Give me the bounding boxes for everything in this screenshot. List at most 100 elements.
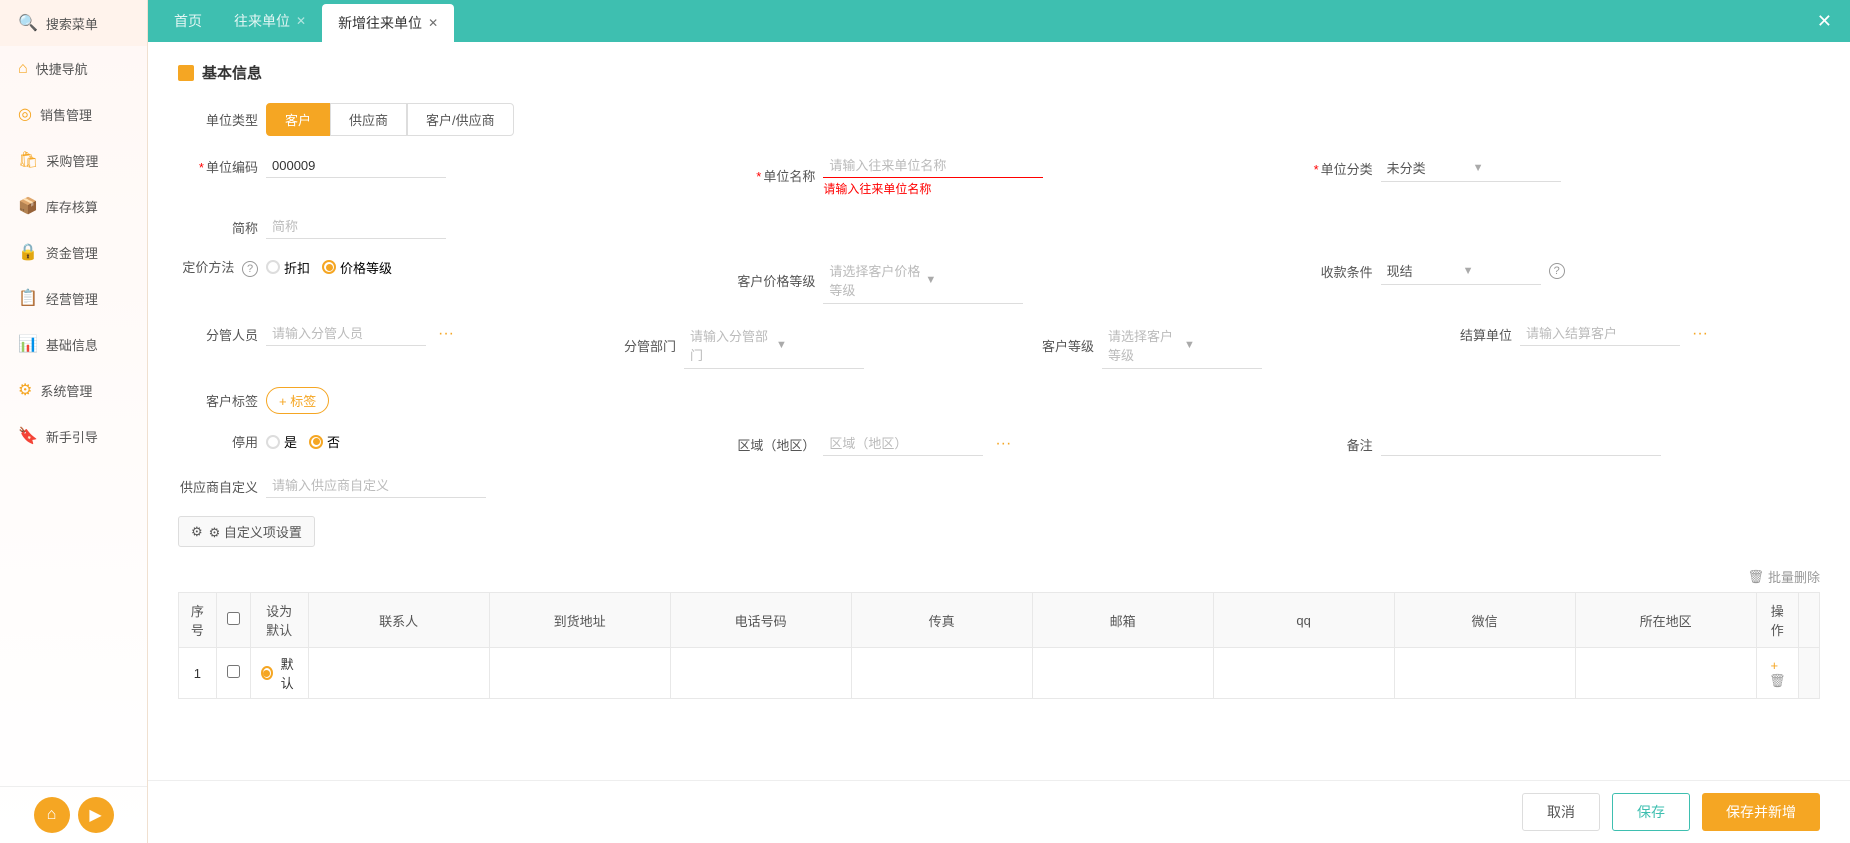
tab-bar-close-all[interactable]: ✕ (1809, 11, 1840, 32)
pricing-method-radio-group: 折扣 价格等级 (266, 258, 392, 277)
customer-price-level-select[interactable]: 请选择客户价格等级 ▼ (823, 257, 1023, 304)
sidebar-item-search[interactable]: 🔍 搜索菜单 (0, 0, 147, 46)
tab-partners[interactable]: 往来单位 ✕ (218, 0, 322, 42)
settlement-unit-label: 结算单位 (1432, 325, 1512, 344)
sidebar-item-finance[interactable]: 🔒 资金管理 (0, 229, 147, 275)
unit-code-input[interactable] (266, 154, 446, 178)
sidebar-item-inventory[interactable]: 📦 库存核算 (0, 183, 147, 229)
sidebar-item-system[interactable]: ⚙ 系统管理 (0, 367, 147, 413)
unit-name-field-group: 请输入往来单位名称 (823, 154, 1043, 197)
row-default-radio[interactable] (261, 666, 273, 680)
disabled-radio-no-circle (309, 435, 323, 449)
col-header-default: 设为默认 (250, 593, 308, 648)
sidebar-item-quick-nav-label: 快捷导航 (36, 59, 88, 78)
manager-more-btn[interactable]: ··· (434, 325, 458, 343)
main-area: 首页 往来单位 ✕ 新增往来单位 ✕ ✕ 基本信息 单位类型 客户 供应商 客 (148, 0, 1850, 843)
type-btn-supplier[interactable]: 供应商 (330, 103, 407, 136)
remark-label: 备注 (1293, 435, 1373, 454)
sidebar-bottom-btn-1[interactable]: ⌂ (34, 797, 70, 833)
col-header-location: 所在地区 (1575, 593, 1756, 648)
search-icon: 🔍 (18, 13, 38, 33)
sidebar-item-quick-nav[interactable]: ⌂ 快捷导航 (0, 46, 147, 91)
custom-settings-btn[interactable]: ⚙ ⚙ 自定义项设置 (178, 516, 315, 547)
department-placeholder: 请输入分管部门 (690, 326, 772, 364)
region-input[interactable] (823, 432, 983, 456)
department-arrow: ▼ (776, 339, 858, 351)
col-header-qq: qq (1213, 593, 1394, 648)
unit-category-label: *单位分类 (1293, 159, 1373, 178)
tab-home[interactable]: 首页 (158, 0, 218, 42)
save-new-button[interactable]: 保存并新增 (1702, 793, 1820, 831)
unit-name-input[interactable] (823, 154, 1043, 178)
unit-category-select[interactable]: 未分类 ▼ (1381, 154, 1561, 182)
pricing-radio-level[interactable]: 价格等级 (322, 258, 392, 277)
pricing-radio-discount[interactable]: 折扣 (266, 258, 310, 277)
tab-bar: 首页 往来单位 ✕ 新增往来单位 ✕ ✕ (148, 0, 1850, 42)
tab-new-partner-close[interactable]: ✕ (428, 16, 438, 30)
payment-terms-select[interactable]: 现结 ▼ (1381, 257, 1541, 285)
tab-new-partner[interactable]: 新增往来单位 ✕ (322, 4, 454, 42)
sidebar-item-basic-info[interactable]: 📊 基础信息 (0, 321, 147, 367)
type-btn-both[interactable]: 客户/供应商 (407, 103, 514, 136)
customer-tag-label: 客户标签 (178, 391, 258, 410)
customer-price-level-field: 客户价格等级 请选择客户价格等级 ▼ (735, 257, 1262, 304)
unit-type-row: 单位类型 客户 供应商 客户/供应商 (178, 103, 1820, 136)
cell-phone (670, 648, 851, 699)
col-header-checkbox (216, 593, 250, 648)
row-location-input[interactable] (1586, 662, 1746, 685)
trash-icon: 🗑 (1747, 569, 1764, 585)
sidebar-item-guide-label: 新手引导 (46, 427, 98, 446)
row-wechat-input[interactable] (1405, 662, 1565, 685)
sidebar-item-operations[interactable]: 📋 经营管理 (0, 275, 147, 321)
sidebar-item-finance-label: 资金管理 (46, 243, 98, 262)
tab-partners-label: 往来单位 (234, 11, 290, 31)
remark-input[interactable] (1381, 432, 1661, 456)
disabled-radio-no[interactable]: 否 (309, 432, 340, 451)
section-title-label: 基本信息 (202, 62, 262, 83)
payment-terms-help[interactable]: ? (1549, 263, 1565, 279)
region-more-btn[interactable]: ··· (991, 435, 1015, 453)
pricing-radio-discount-circle (266, 260, 280, 274)
col-header-wechat: 微信 (1394, 593, 1575, 648)
sidebar-item-search-label: 搜索菜单 (46, 14, 98, 33)
payment-terms-field: 收款条件 现结 ▼ ? (1293, 257, 1820, 285)
row-fax-input[interactable] (862, 662, 1022, 685)
select-all-checkbox[interactable] (227, 612, 240, 625)
type-btn-customer[interactable]: 客户 (266, 103, 330, 136)
sidebar-item-purchase[interactable]: 🛍 采购管理 (0, 137, 147, 183)
sidebar-item-guide[interactable]: 🔖 新手引导 (0, 413, 147, 459)
disabled-radio-yes[interactable]: 是 (266, 432, 297, 451)
payment-terms-arrow: ▼ (1463, 265, 1535, 277)
row-checkbox[interactable] (227, 665, 240, 678)
row-address-input[interactable] (500, 662, 660, 685)
basic-info-icon: 📊 (18, 334, 38, 354)
row-phone-input[interactable] (681, 662, 841, 685)
sidebar-bottom-btn-2[interactable]: ▶ (78, 797, 114, 833)
pricing-radio-discount-label: 折扣 (284, 258, 310, 277)
unit-code-field: *单位编码 (178, 154, 705, 178)
customer-level-select[interactable]: 请选择客户等级 ▼ (1102, 322, 1262, 369)
settlement-unit-input[interactable] (1520, 322, 1680, 346)
row-qq-input[interactable] (1224, 662, 1384, 685)
department-select[interactable]: 请输入分管部门 ▼ (684, 322, 864, 369)
tag-row: 客户标签 + 标签 (178, 387, 1820, 414)
settlement-unit-more-btn[interactable]: ··· (1688, 325, 1712, 343)
tab-partners-close[interactable]: ✕ (296, 14, 306, 28)
cancel-button[interactable]: 取消 (1522, 793, 1600, 831)
row-contact-input[interactable] (319, 662, 479, 685)
row-add-btn[interactable]: + (1771, 658, 1779, 673)
sidebar-item-sales[interactable]: ◎ 销售管理 (0, 91, 147, 137)
supplier-custom-input[interactable] (266, 474, 486, 498)
cell-seq: 1 (179, 648, 217, 699)
row-delete-btn[interactable]: 🗑 (1769, 673, 1786, 688)
manager-input[interactable] (266, 322, 426, 346)
customer-level-placeholder: 请选择客户等级 (1108, 326, 1180, 364)
col-header-address: 到货地址 (489, 593, 670, 648)
sidebar-item-basic-info-label: 基础信息 (46, 335, 98, 354)
save-button[interactable]: 保存 (1612, 793, 1690, 831)
batch-delete-btn[interactable]: 🗑 批量删除 (1747, 567, 1820, 586)
add-tag-btn[interactable]: + 标签 (266, 387, 329, 414)
pricing-method-help[interactable]: ? (242, 261, 258, 277)
row-email-input[interactable] (1043, 662, 1203, 685)
short-name-input[interactable] (266, 215, 446, 239)
